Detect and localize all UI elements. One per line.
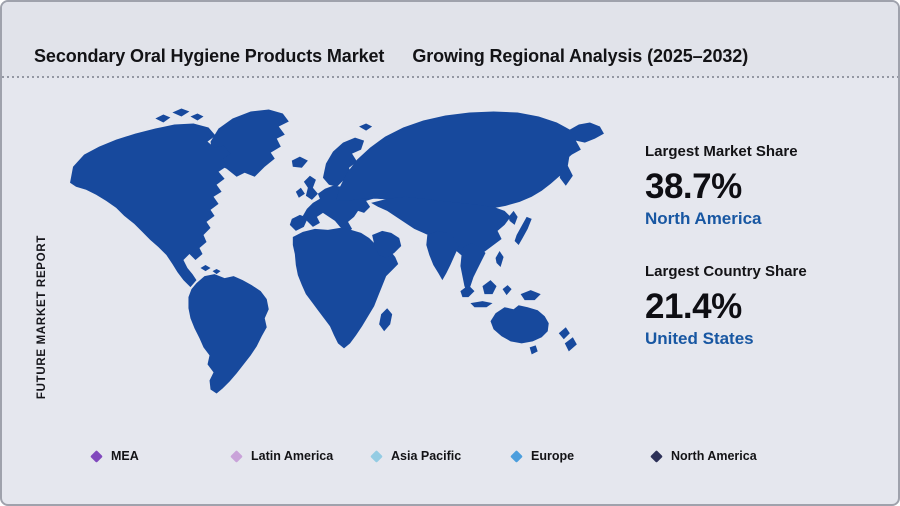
map-australia <box>490 305 549 344</box>
stats-panel: Largest Market Share 38.7% North America… <box>645 143 895 349</box>
dotted-divider <box>2 76 898 78</box>
page-subtitle: Growing Regional Analysis (2025–2032) <box>412 46 749 66</box>
map-india <box>426 230 459 281</box>
legend-item-mea: MEA <box>90 449 139 463</box>
legend-item-latin-america: Latin America <box>230 449 334 463</box>
stat-largest-country-share: Largest Country Share 21.4% United State… <box>645 263 895 349</box>
legend-item-asia-pacific: Asia Pacific <box>370 449 462 463</box>
map-philippines <box>495 250 504 268</box>
stat-label: Largest Market Share <box>645 143 798 160</box>
map-iberia <box>289 214 308 231</box>
legend-item-north-america: North America <box>650 449 757 463</box>
map-japan <box>514 216 532 245</box>
stat-region: United States <box>645 329 754 348</box>
map-south-america <box>188 274 269 394</box>
map-north-america <box>70 123 231 288</box>
watermark-vertical-text: FUTURE MARKET REPORT <box>36 234 48 400</box>
map-british-isles <box>295 175 318 200</box>
legend-swatch-diamond-icon <box>370 449 383 463</box>
stat-region: North America <box>645 209 762 228</box>
stat-value: 38.7% <box>645 167 742 206</box>
map-new-zealand <box>558 327 577 352</box>
legend-label: Europe <box>531 449 575 463</box>
stat-largest-market-share: Largest Market Share 38.7% North America <box>645 143 895 229</box>
legend-label: Latin America <box>251 449 334 463</box>
map-southeast-asia <box>460 242 486 294</box>
map-madagascar <box>379 308 393 332</box>
world-map <box>70 108 604 394</box>
legend-swatch-diamond-icon <box>510 449 523 463</box>
map-iceland <box>291 156 308 168</box>
stat-label: Largest Country Share <box>645 263 807 280</box>
legend-swatch-diamond-icon <box>90 449 103 463</box>
legend-swatch-diamond-icon <box>650 449 663 463</box>
legend-label: North America <box>671 449 757 463</box>
legend-item-europe: Europe <box>510 449 575 463</box>
title-row: Secondary Oral Hygiene Products Market G… <box>34 46 748 67</box>
legend: MEA Latin America Asia Pacific Europe No… <box>2 449 898 469</box>
legend-label: Asia Pacific <box>391 449 462 463</box>
legend-swatch-diamond-icon <box>230 449 243 463</box>
map-caribbean <box>200 265 221 275</box>
stat-value: 21.4% <box>645 287 742 326</box>
page-title: Secondary Oral Hygiene Products Market <box>34 46 385 66</box>
map-tasmania <box>529 345 538 355</box>
infographic-frame: Secondary Oral Hygiene Products Market G… <box>0 0 900 506</box>
legend-label: MEA <box>111 449 139 463</box>
map-korea <box>508 210 518 225</box>
map-indonesia <box>460 280 541 308</box>
